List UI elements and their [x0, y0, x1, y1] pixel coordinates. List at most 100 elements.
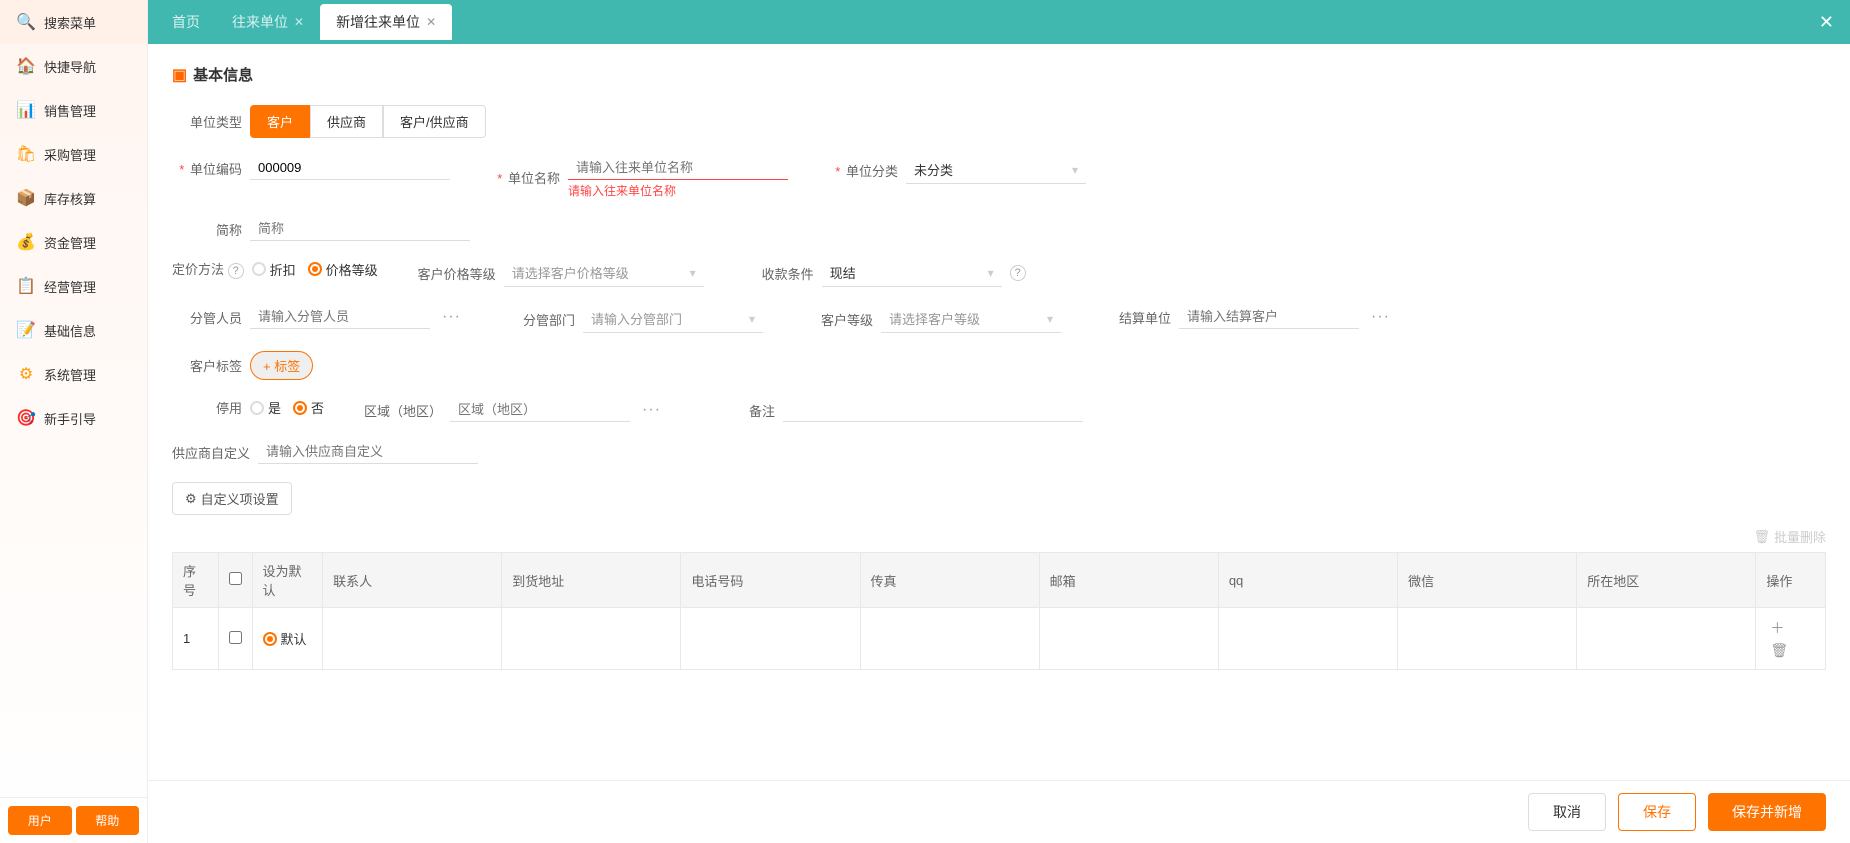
sidebar-item-label: 系统管理	[44, 365, 96, 384]
payment-help-icon[interactable]: ?	[1010, 265, 1026, 281]
add-row-button[interactable]: ＋	[1766, 616, 1788, 640]
batch-delete-wrap: 🗑 批量删除	[172, 527, 1826, 546]
pricing-label: 定价方法 ?	[172, 259, 244, 279]
col-fax: 传真	[860, 553, 1039, 608]
unit-code-input[interactable]	[250, 156, 450, 180]
section-title-text: 基本信息	[193, 64, 253, 85]
payment-terms-select[interactable]: 现结 ▾	[822, 259, 1002, 287]
tab-home[interactable]: 首页	[156, 4, 216, 40]
supplier-custom-input[interactable]	[258, 440, 478, 464]
unit-name-input[interactable]	[568, 156, 788, 180]
chevron-down-icon: ▾	[749, 312, 755, 326]
tab-bar-close-all[interactable]: ✕	[1811, 8, 1842, 37]
unit-type-supplier[interactable]: 供应商	[310, 105, 383, 138]
chevron-down-icon: ▾	[988, 266, 994, 280]
region-dots[interactable]: ···	[638, 401, 665, 419]
col-contact: 联系人	[323, 553, 502, 608]
settlement-dots[interactable]: ···	[1367, 308, 1394, 326]
contact-input[interactable]	[333, 631, 491, 646]
customer-price-level-select[interactable]: 请选择客户价格等级 ▾	[504, 259, 704, 287]
col-wechat: 微信	[1398, 553, 1577, 608]
col-index: 序号	[173, 553, 219, 608]
sidebar-item-quicknav[interactable]: 🏠 快捷导航	[0, 44, 147, 88]
gear-icon: ⚙	[16, 364, 36, 384]
section-title: ▣ 基本信息	[172, 64, 1826, 85]
wechat-input[interactable]	[1408, 631, 1566, 646]
unit-name-field: * 单位名称 请输入往来单位名称	[490, 156, 788, 199]
cancel-button[interactable]: 取消	[1528, 793, 1606, 831]
add-tag-button[interactable]: + 标签	[250, 351, 313, 380]
region-label: 区域（地区）	[364, 401, 442, 420]
sidebar-item-purchase[interactable]: 🛍 采购管理	[0, 132, 147, 176]
row-checkbox[interactable]	[229, 631, 242, 644]
customer-tag-row: 客户标签 + 标签	[172, 351, 1826, 380]
unit-category-select[interactable]: 未分类 ▾	[906, 156, 1086, 184]
region-cell-input[interactable]	[1587, 631, 1745, 646]
code-name-cat-row: * 单位编码 * 单位名称 请输入往来单位名称	[172, 156, 1826, 199]
tab-partners[interactable]: 往来单位 ✕	[216, 4, 320, 40]
unit-category-value: 未分类	[914, 160, 1072, 179]
pricing-discount[interactable]: 折扣	[252, 260, 296, 279]
contact-table: 序号 设为默认 联系人 到货地址 电话号码 传真 邮箱 qq 微信 所在地区 操…	[172, 552, 1826, 670]
customer-level-label: 客户等级	[803, 310, 873, 329]
settings-icon: ⚙	[185, 491, 197, 507]
row-default-radio[interactable]: 默认	[263, 629, 313, 648]
fax-input[interactable]	[871, 631, 1029, 646]
sidebar-item-operations[interactable]: 📋 经营管理	[0, 264, 147, 308]
sidebar-item-sales[interactable]: 📊 销售管理	[0, 88, 147, 132]
payment-terms-label: 收款条件	[744, 264, 814, 283]
dept-field: 分管部门 请输入分管部门 ▾	[505, 305, 763, 333]
manager-field: 分管人员 ···	[172, 305, 465, 329]
custom-settings-button[interactable]: ⚙ 自定义项设置	[172, 482, 292, 515]
manager-dots[interactable]: ···	[438, 308, 465, 326]
customer-level-select[interactable]: 请选择客户等级 ▾	[881, 305, 1061, 333]
cell-fax	[860, 608, 1039, 670]
sidebar-item-inventory[interactable]: 📦 库存核算	[0, 176, 147, 220]
page-footer: 取消 保存 保存并新增	[148, 780, 1850, 843]
region-input[interactable]	[450, 398, 630, 422]
sidebar-item-system[interactable]: ⚙ 系统管理	[0, 352, 147, 396]
save-new-button[interactable]: 保存并新增	[1708, 793, 1826, 831]
note-icon: 📝	[16, 320, 36, 340]
sidebar-item-guide[interactable]: 🎯 新手引导	[0, 396, 147, 440]
sidebar-item-finance[interactable]: 💰 资金管理	[0, 220, 147, 264]
cell-index: 1	[173, 608, 219, 670]
tab-new-partner[interactable]: 新增往来单位 ✕	[320, 4, 452, 40]
sidebar-item-label: 资金管理	[44, 233, 96, 252]
target-icon: 🎯	[16, 408, 36, 428]
tab-new-partner-close[interactable]: ✕	[426, 16, 436, 28]
unit-name-error: 请输入往来单位名称	[568, 182, 788, 199]
pricing-level[interactable]: 价格等级	[308, 260, 378, 279]
unit-type-both[interactable]: 客户/供应商	[383, 105, 486, 138]
select-all-checkbox[interactable]	[229, 572, 242, 585]
help-button[interactable]: 帮助	[76, 806, 140, 835]
cell-email	[1039, 608, 1218, 670]
qq-input[interactable]	[1229, 631, 1387, 646]
batch-delete-label[interactable]: 批量删除	[1774, 527, 1826, 546]
settlement-input[interactable]	[1179, 305, 1359, 329]
sidebar: 🔍 搜索菜单 🏠 快捷导航 📊 销售管理 🛍 采购管理 📦 库存核算 💰 资金管…	[0, 0, 148, 843]
unit-type-customer[interactable]: 客户	[250, 105, 310, 138]
email-input[interactable]	[1050, 631, 1208, 646]
pricing-method-field: 定价方法 ? 折扣 价格等级	[172, 259, 378, 279]
remark-input[interactable]	[783, 398, 1083, 422]
chevron-down-icon: ▾	[690, 266, 696, 280]
manager-input[interactable]	[250, 305, 430, 329]
payment-terms-field: 收款条件 现结 ▾ ?	[744, 259, 1026, 287]
cell-address	[502, 608, 681, 670]
phone-input[interactable]	[691, 631, 849, 646]
sidebar-item-label: 采购管理	[44, 145, 96, 164]
address-input[interactable]	[512, 631, 670, 646]
sidebar-item-search[interactable]: 🔍 搜索菜单	[0, 0, 147, 44]
tab-partners-close[interactable]: ✕	[294, 16, 304, 28]
sidebar-item-basicinfo[interactable]: 📝 基础信息	[0, 308, 147, 352]
disabled-yes[interactable]: 是	[250, 398, 281, 417]
dept-select[interactable]: 请输入分管部门 ▾	[583, 305, 763, 333]
pricing-help-icon[interactable]: ?	[228, 263, 244, 279]
short-name-input[interactable]	[250, 217, 470, 241]
user-button[interactable]: 用户	[8, 806, 72, 835]
save-button[interactable]: 保存	[1618, 793, 1696, 831]
delete-row-button[interactable]: 🗑	[1766, 640, 1792, 661]
cell-wechat	[1398, 608, 1577, 670]
disabled-no[interactable]: 否	[293, 398, 324, 417]
